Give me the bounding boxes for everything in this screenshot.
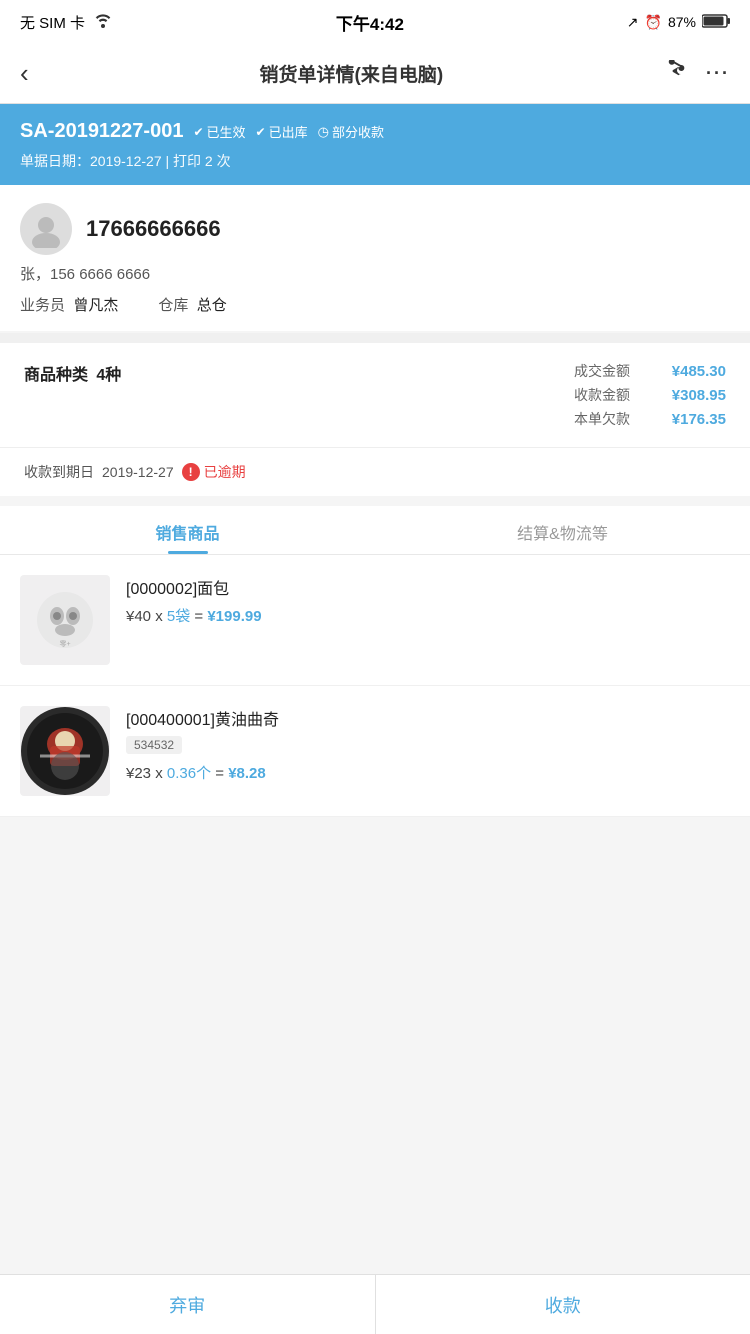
salesman-field: 业务员 曾凡杰 [20, 294, 118, 315]
stats-section: 商品种类 4种 成交金额 ¥485.30 收款金额 ¥308.95 本单欠款 ¥… [0, 343, 750, 447]
tab-settlement[interactable]: 结算&物流等 [375, 506, 750, 554]
badge-shipped: 已出库 [256, 122, 308, 141]
tabs-section: 销售商品 结算&物流等 [0, 506, 750, 555]
customer-phone: 17666666666 [86, 216, 221, 242]
owed-row: 本单欠款 ¥176.35 [574, 409, 726, 429]
warehouse-field: 仓库 总仓 [158, 294, 226, 315]
status-right: ↗ ⏰ 87% [627, 14, 730, 31]
due-label: 收款到期日 [24, 462, 94, 482]
product-price-2: ¥23 x 0.36个 = ¥8.28 [126, 762, 730, 783]
order-date: 单据日期：2019-12-27 | 打印 2 次 [20, 151, 730, 171]
owed-value: ¥176.35 [646, 411, 726, 428]
received-value: ¥308.95 [646, 387, 726, 404]
abandon-review-button[interactable]: 弃审 [0, 1275, 376, 1334]
product-image-2 [20, 706, 110, 796]
svg-text:零+: 零+ [59, 640, 70, 648]
divider-1 [0, 333, 750, 343]
product-name-2: [000400001]黄油曲奇 [126, 706, 730, 730]
product-info-1: [0000002]面包 ¥40 x 5袋 = ¥199.99 [126, 575, 730, 626]
collect-payment-button[interactable]: 收款 [376, 1275, 750, 1334]
due-section: 收款到期日 2019-12-27 ! 已逾期 [0, 447, 750, 496]
product-info-2: [000400001]黄油曲奇 534532 ¥23 x 0.36个 = ¥8.… [126, 706, 730, 783]
customer-section: 17666666666 张，156 6666 6666 业务员 曾凡杰 仓库 总… [0, 185, 750, 331]
badge-partial: 部分收款 [318, 122, 384, 141]
tab-sales-products[interactable]: 销售商品 [0, 506, 375, 554]
product-name-1: [0000002]面包 [126, 575, 730, 599]
status-bar: 无 SIM 卡 下午4:42 ↗ ⏰ 87% [0, 0, 750, 44]
battery-text: 87% [668, 14, 696, 30]
nav-actions: ··· [664, 60, 730, 88]
tabs-row: 销售商品 结算&物流等 [0, 506, 750, 555]
status-time: 下午4:42 [336, 10, 404, 35]
product-list: 零+ [0000002]面包 ¥40 x 5袋 = ¥199.99 [0, 555, 750, 817]
avatar [20, 203, 72, 255]
location-icon: ↗ [627, 14, 639, 31]
customer-name: 张，156 6666 6666 [20, 263, 730, 284]
page-title: 销货单详情(来自电脑) [39, 60, 664, 87]
product-price-1: ¥40 x 5袋 = ¥199.99 [126, 605, 730, 626]
deal-value: ¥485.30 [646, 363, 726, 380]
wifi-icon [93, 12, 113, 32]
back-button[interactable]: ‹ [20, 58, 29, 89]
nav-bar: ‹ 销货单详情(来自电脑) ··· [0, 44, 750, 104]
bottom-bar: 弃审 收款 [0, 1274, 750, 1334]
received-row: 收款金额 ¥308.95 [574, 385, 726, 405]
overdue-badge: ! 已逾期 [182, 462, 246, 482]
overdue-icon: ! [182, 463, 200, 481]
deal-row: 成交金额 ¥485.30 [574, 361, 726, 381]
deal-label: 成交金额 [574, 361, 630, 381]
product-image-1: 零+ [20, 575, 110, 665]
alarm-icon: ⏰ [645, 14, 662, 31]
customer-meta: 业务员 曾凡杰 仓库 总仓 [20, 294, 730, 315]
battery-icon [702, 14, 730, 31]
share-icon[interactable] [664, 60, 686, 88]
amount-stats: 成交金额 ¥485.30 收款金额 ¥308.95 本单欠款 ¥176.35 [574, 361, 726, 429]
received-label: 收款金额 [574, 385, 630, 405]
category-stat: 商品种类 4种 [24, 361, 121, 385]
order-banner: SA-20191227-001 已生效 已出库 部分收款 单据日期：2019-1… [0, 104, 750, 185]
list-item: [000400001]黄油曲奇 534532 ¥23 x 0.36个 = ¥8.… [0, 686, 750, 817]
more-icon[interactable]: ··· [706, 63, 730, 84]
list-item: 零+ [0000002]面包 ¥40 x 5袋 = ¥199.99 [0, 555, 750, 686]
due-date: 2019-12-27 [102, 464, 174, 480]
order-id: SA-20191227-001 [20, 120, 183, 143]
product-sku-2: 534532 [126, 736, 182, 754]
status-left: 无 SIM 卡 [20, 12, 113, 33]
overdue-text: 已逾期 [204, 462, 246, 482]
no-sim-text: 无 SIM 卡 [20, 12, 85, 33]
badge-active: 已生效 [193, 122, 245, 141]
owed-label: 本单欠款 [574, 409, 630, 429]
